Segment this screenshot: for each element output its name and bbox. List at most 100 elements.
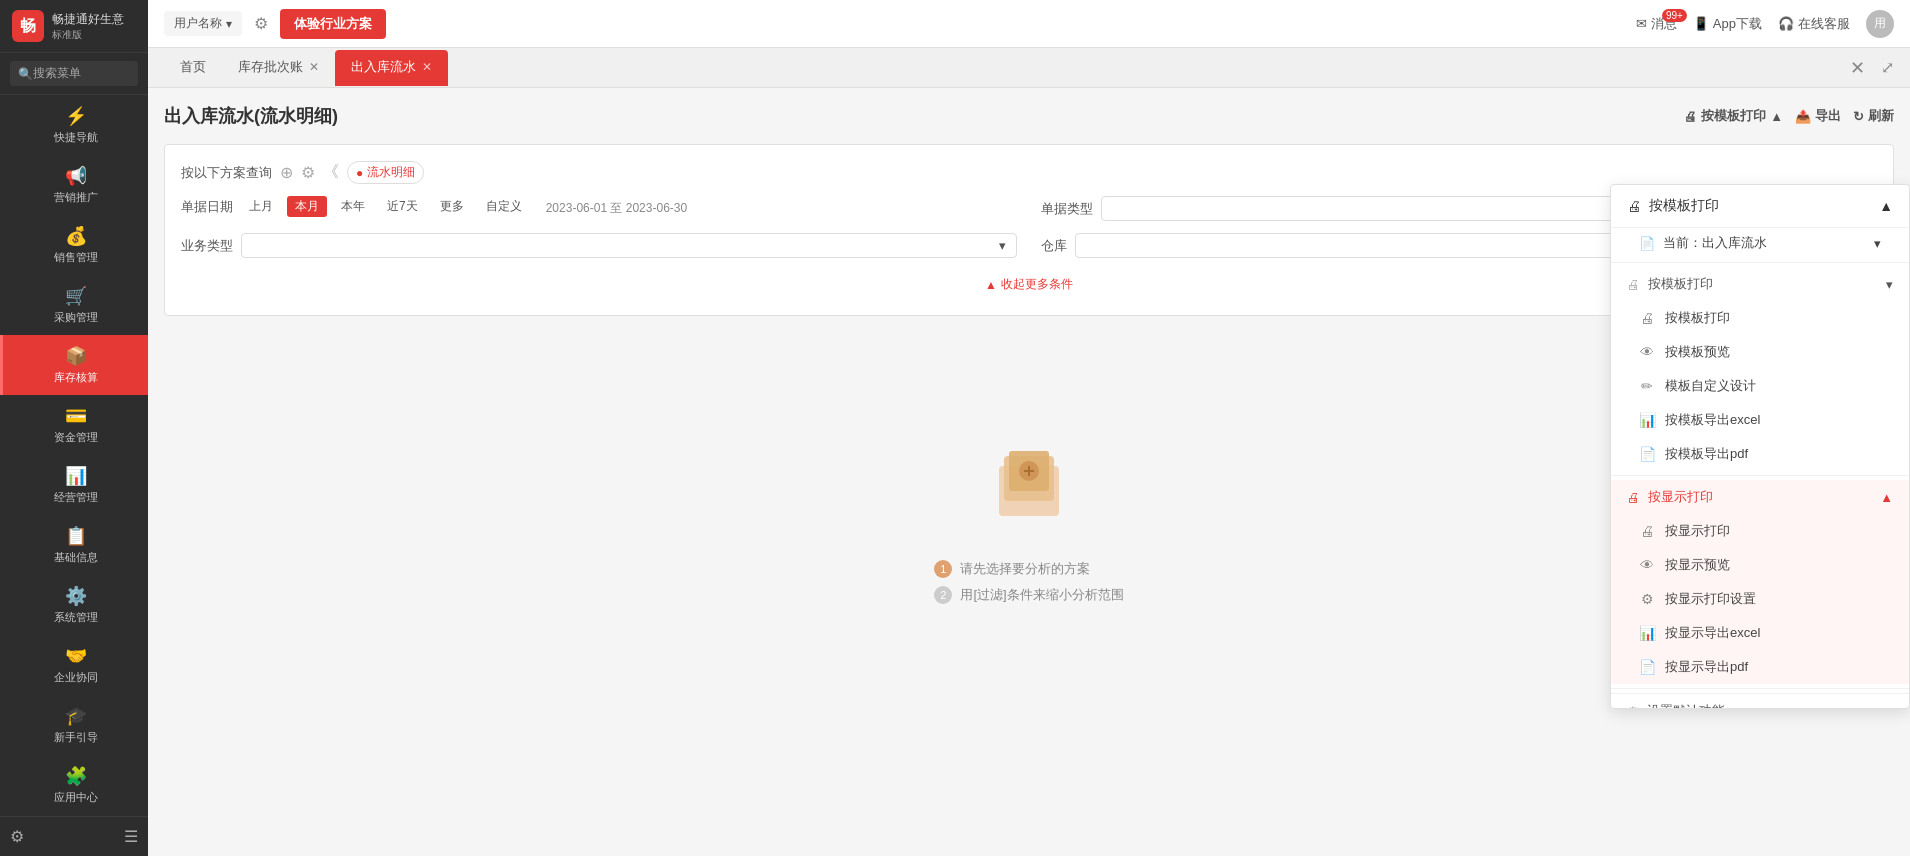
dropdown-item-template-custom[interactable]: ✏ 模板自定义设计 (1611, 369, 1909, 403)
operations-label: 经营管理 (54, 490, 98, 505)
filter-flow-tag[interactable]: ● 流水明细 (347, 161, 424, 184)
logo-badge: 标准版 (52, 28, 124, 42)
tab-flow[interactable]: 出入库流水 ✕ (335, 50, 448, 86)
tabbar: 首页 库存批次账 ✕ 出入库流水 ✕ ✕ ⤢ (148, 48, 1910, 88)
filter-add-btn[interactable]: ⊕ (280, 163, 293, 182)
basic-icon: 📋 (65, 525, 87, 547)
dropdown-item-display-export-pdf[interactable]: 📄 按显示导出pdf (1611, 650, 1909, 684)
sidebar-nav: ⚡ 快捷导航 📢 营销推广 💰 销售管理 🛒 采购管理 📦 库存核算 💳 资金管… (0, 95, 148, 816)
dropdown-footer[interactable]: ⚙ 设置默认功能 ▾ (1611, 693, 1909, 708)
page-title: 出入库流水(流水明细) (164, 104, 338, 128)
empty-tip-2: 2 用[过滤]条件来缩小分析范围 (934, 582, 1123, 608)
guide-icon: 🎓 (65, 705, 87, 727)
sidebar-item-corp[interactable]: 🤝 企业协同 (0, 635, 148, 695)
tip-num-1: 1 (934, 560, 952, 578)
system-label: 系统管理 (54, 610, 98, 625)
main-area: 用户名称 ▾ ⚙ 体验行业方案 ✉ 消息 99+ 📱 App下载 🎧 在线客服 … (148, 0, 1910, 856)
dropdown-title: 按模板打印 (1649, 197, 1719, 215)
sidebar-item-guide[interactable]: 🎓 新手引导 (0, 695, 148, 755)
date-this-year-btn[interactable]: 本年 (333, 196, 373, 217)
display-export-pdf-label: 按显示导出pdf (1665, 658, 1748, 676)
sidebar-item-inventory[interactable]: 📦 库存核算 (0, 335, 148, 395)
sidebar-item-operations[interactable]: 📊 经营管理 (0, 455, 148, 515)
sales-label: 销售管理 (54, 250, 98, 265)
current-chevron-icon[interactable]: ▾ (1874, 236, 1881, 251)
chevron-down-icon: ▾ (226, 17, 232, 31)
flow-tag-label: 流水明细 (367, 164, 415, 181)
date-more-btn[interactable]: 更多 (432, 196, 472, 217)
sales-icon: 💰 (65, 225, 87, 247)
date-this-month-btn[interactable]: 本月 (287, 196, 327, 217)
sidebar-item-quick-nav[interactable]: ⚡ 快捷导航 (0, 95, 148, 155)
dropdown-item-display-print-settings[interactable]: ⚙ 按显示打印设置 (1611, 582, 1909, 616)
page-title-actions: 🖨 按模板打印 ▲ 📤 导出 ↻ 刷新 (1684, 107, 1894, 125)
gear-icon[interactable]: ⚙ (254, 14, 268, 33)
display-section-title-group: 🖨 按显示打印 (1627, 488, 1713, 506)
dropdown-chevron-up-icon[interactable]: ▲ (1879, 198, 1893, 214)
empty-tips: 1 请先选择要分析的方案 2 用[过滤]条件来缩小分析范围 (934, 556, 1123, 608)
collapse-menu-icon[interactable]: ☰ (124, 827, 138, 846)
sidebar-item-purchase[interactable]: 🛒 采购管理 (0, 275, 148, 335)
warehouse-label: 仓库 (1041, 237, 1067, 255)
date-last-month-btn[interactable]: 上月 (241, 196, 281, 217)
filter-collapse-btn[interactable]: 《 (323, 162, 339, 183)
display-export-excel-label: 按显示导出excel (1665, 624, 1760, 642)
sidebar-item-finance[interactable]: 💳 资金管理 (0, 395, 148, 455)
sidebar-search[interactable]: 🔍 搜索菜单 (10, 61, 138, 86)
user-selector[interactable]: 用户名称 ▾ (164, 11, 242, 36)
expand-icon[interactable]: ⤢ (1881, 58, 1894, 77)
sidebar-item-system[interactable]: ⚙️ 系统管理 (0, 575, 148, 635)
search-icon: 🔍 (18, 67, 33, 81)
refresh-btn[interactable]: ↻ 刷新 (1853, 107, 1894, 125)
trial-btn[interactable]: 体验行业方案 (280, 9, 386, 39)
dropdown-item-template-print[interactable]: 🖨 按模板打印 (1611, 301, 1909, 335)
dropdown-header: 🖨 按模板打印 ▲ (1611, 185, 1909, 228)
app-download-label: App下载 (1713, 15, 1762, 33)
date-custom-btn[interactable]: 自定义 (478, 196, 530, 217)
tab-home[interactable]: 首页 (164, 50, 222, 86)
close-main-icon[interactable]: ✕ (1850, 57, 1865, 79)
message-badge: 99+ (1662, 9, 1687, 22)
online-service-btn[interactable]: 🎧 在线客服 (1778, 15, 1850, 33)
dropdown-item-display-print[interactable]: 🖨 按显示打印 (1611, 514, 1909, 548)
display-section-chevron-icon[interactable]: ▲ (1880, 490, 1893, 505)
refresh-label: 刷新 (1868, 107, 1894, 125)
dropdown-item-display-export-excel[interactable]: 📊 按显示导出excel (1611, 616, 1909, 650)
sidebar-item-marketing[interactable]: 📢 营销推广 (0, 155, 148, 215)
dropdown-item-display-preview[interactable]: 👁 按显示预览 (1611, 548, 1909, 582)
display-print-header-icon: 🖨 (1627, 490, 1640, 505)
template-print-item-label: 按模板打印 (1665, 309, 1730, 327)
date-7days-btn[interactable]: 近7天 (379, 196, 426, 217)
display-print-section-header[interactable]: 🖨 按显示打印 ▲ (1611, 480, 1909, 514)
sidebar-item-appstore[interactable]: 🧩 应用中心 (0, 755, 148, 815)
sidebar-item-sales[interactable]: 💰 销售管理 (0, 215, 148, 275)
template-section-chevron-icon[interactable]: ▾ (1886, 277, 1893, 292)
divider-1 (1611, 262, 1909, 263)
tab-flow-close[interactable]: ✕ (422, 60, 432, 74)
finance-label: 资金管理 (54, 430, 98, 445)
tab-batch-ledger-label: 库存批次账 (238, 58, 303, 76)
biz-type-select[interactable]: ▾ (241, 233, 1017, 258)
message-btn[interactable]: ✉ 消息 99+ (1636, 15, 1677, 33)
dropdown-item-template-preview[interactable]: 👁 按模板预览 (1611, 335, 1909, 369)
settings-icon[interactable]: ⚙ (10, 827, 24, 846)
tip-text-2: 用[过滤]条件来缩小分析范围 (960, 582, 1123, 608)
avatar[interactable]: 用 (1866, 10, 1894, 38)
print-template-btn[interactable]: 🖨 按模板打印 ▲ (1684, 107, 1783, 125)
tab-batch-ledger-close[interactable]: ✕ (309, 60, 319, 74)
tab-batch-ledger[interactable]: 库存批次账 ✕ (222, 50, 335, 86)
logo-text: 畅捷通好生意 标准版 (52, 11, 124, 42)
sidebar-item-basic[interactable]: 📋 基础信息 (0, 515, 148, 575)
filter-settings-btn[interactable]: ⚙ (301, 163, 315, 182)
inventory-icon: 📦 (65, 345, 87, 367)
dropdown-scroll: 📄 当前：出入库流水 ▾ 🖨 按模板打印 ▾ 🖨 按模板打印 (1611, 228, 1909, 708)
default-chevron-icon[interactable]: ▾ (1886, 704, 1893, 709)
template-print-section-header[interactable]: 🖨 按模板打印 ▾ (1611, 267, 1909, 301)
search-label: 搜索菜单 (33, 65, 81, 82)
export-btn[interactable]: 📤 导出 (1795, 107, 1841, 125)
display-section-label: 按显示打印 (1648, 488, 1713, 506)
display-preview-item-icon: 👁 (1639, 557, 1655, 573)
dropdown-item-template-export-excel[interactable]: 📊 按模板导出excel (1611, 403, 1909, 437)
app-download-btn[interactable]: 📱 App下载 (1693, 15, 1762, 33)
dropdown-item-template-export-pdf[interactable]: 📄 按模板导出pdf (1611, 437, 1909, 471)
